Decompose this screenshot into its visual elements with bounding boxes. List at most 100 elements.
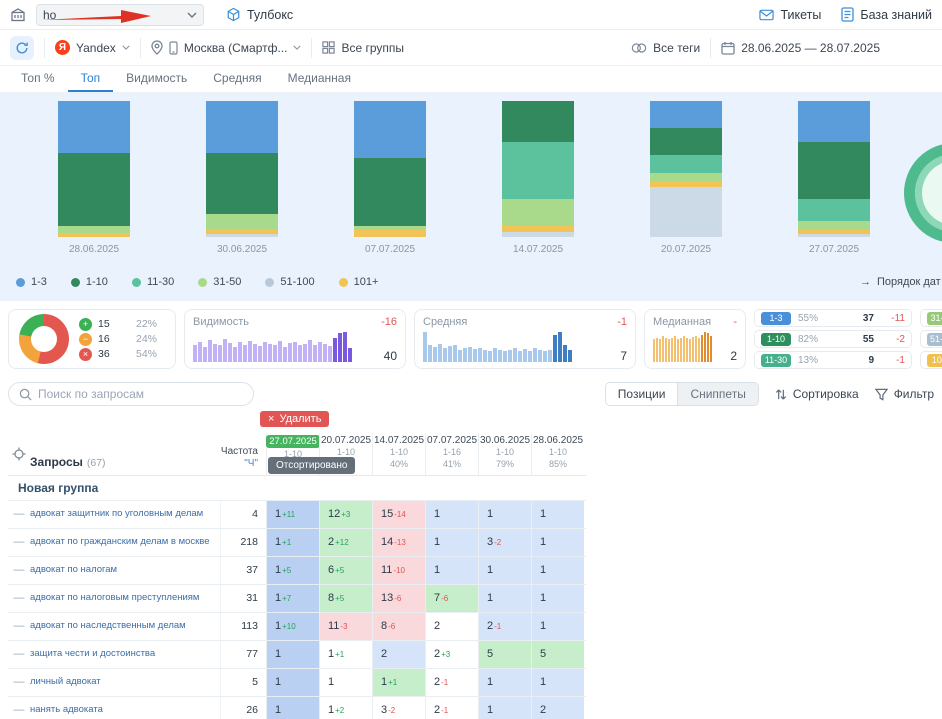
stacked-bar[interactable] [58, 101, 130, 237]
position-cell[interactable]: 2 +12 [319, 528, 372, 556]
tab-average[interactable]: Средняя [200, 66, 274, 92]
query-link[interactable]: адвокат защитник по уголовным делам [30, 501, 220, 528]
legend-item[interactable]: 1-10 [70, 276, 108, 288]
legend-item[interactable]: 101+ [338, 276, 378, 288]
position-cell[interactable]: 13 -6 [372, 584, 425, 612]
date-column-header[interactable]: 07.07.2025 1-16 41% [425, 433, 478, 475]
position-cell[interactable]: 1 +1 [266, 528, 319, 556]
query-link[interactable]: защита чести и достоинства [30, 641, 220, 668]
date-column-header[interactable]: 30.06.2025 1-10 79% [478, 433, 531, 475]
filter-button[interactable]: Фильтр [874, 387, 934, 401]
legend-item[interactable]: 51-100 [265, 276, 315, 288]
range-stat-row[interactable]: 11-30 13% 9 -1 [754, 351, 912, 369]
position-cell[interactable]: 1 [478, 584, 531, 612]
range-stat-row[interactable]: 1-10 82% 55 -2 [754, 330, 912, 348]
date-range-selector[interactable]: 28.06.2025 — 28.07.2025 [721, 41, 880, 55]
position-cell[interactable]: 1 +5 [266, 556, 319, 584]
position-cell[interactable]: 1 [266, 696, 319, 719]
collapse-row-button[interactable]: — [8, 585, 30, 612]
card-visibility[interactable]: Видимость -16 40 [184, 309, 406, 369]
stacked-bar[interactable] [502, 101, 574, 237]
tags-selector[interactable]: Все теги [631, 41, 700, 55]
position-cell[interactable]: 2 [531, 696, 584, 719]
collapse-row-button[interactable]: — [8, 697, 30, 719]
position-cell[interactable]: 5 [531, 640, 584, 668]
position-cell[interactable]: 14 -13 [372, 528, 425, 556]
range-stat-row[interactable]: 51-100 [920, 330, 942, 348]
position-cell[interactable]: 8 +5 [319, 584, 372, 612]
region-selector[interactable]: Москва (Смартф... [151, 40, 302, 55]
app-icon[interactable] [10, 7, 26, 23]
position-cell[interactable]: 1 [478, 500, 531, 528]
group-row[interactable]: Новая группа [8, 476, 586, 501]
position-cell[interactable]: 2 +3 [425, 640, 478, 668]
project-selector[interactable]: ho [36, 3, 204, 26]
position-cell[interactable]: 3 -2 [372, 696, 425, 719]
query-link[interactable]: адвокат по налогам [30, 557, 220, 584]
position-cell[interactable]: 7 -6 [425, 584, 478, 612]
position-cell[interactable]: 2 [425, 612, 478, 640]
collapse-row-button[interactable]: — [8, 641, 30, 668]
toolbox-nav[interactable]: Тулбокс [226, 7, 293, 22]
tickets-nav[interactable]: Тикеты [759, 7, 821, 22]
tab-top[interactable]: Топ [67, 66, 114, 92]
collapse-row-button[interactable]: — [8, 501, 30, 528]
position-cell[interactable]: 1 [531, 584, 584, 612]
refresh-button[interactable] [10, 35, 34, 60]
query-link[interactable]: адвокат по гражданским делам в москве [30, 529, 220, 556]
target-icon[interactable] [8, 433, 30, 475]
query-link[interactable]: адвокат по наследственным делам [30, 613, 220, 640]
position-cell[interactable]: 1 [266, 668, 319, 696]
position-cell[interactable]: 1 [478, 556, 531, 584]
collapse-row-button[interactable]: — [8, 613, 30, 640]
position-cell[interactable]: 8 -6 [372, 612, 425, 640]
range-stat-row[interactable]: 1-3 55% 37 -11 [754, 309, 912, 327]
tab-visibility[interactable]: Видимость [113, 66, 200, 92]
collapse-row-button[interactable]: — [8, 557, 30, 584]
stacked-bar[interactable] [798, 101, 870, 237]
position-cell[interactable]: 1 [425, 500, 478, 528]
legend-item[interactable]: 1-3 [16, 276, 47, 288]
search-input[interactable] [38, 387, 243, 401]
position-cell[interactable]: 1 [531, 556, 584, 584]
position-cell[interactable]: 1 [478, 696, 531, 719]
position-cell[interactable]: 1 +2 [319, 696, 372, 719]
position-cell[interactable]: 1 +11 [266, 500, 319, 528]
collapse-row-button[interactable]: — [8, 529, 30, 556]
position-cell[interactable]: 1 [531, 500, 584, 528]
query-link[interactable]: нанять адвоката [30, 697, 220, 719]
position-cell[interactable]: 2 -1 [425, 668, 478, 696]
stacked-bar[interactable] [650, 101, 722, 237]
position-cell[interactable]: 1 [425, 556, 478, 584]
position-cell[interactable]: 11 -10 [372, 556, 425, 584]
date-column-header[interactable]: 14.07.2025 1-10 40% [372, 433, 425, 475]
position-cell[interactable]: 15 -14 [372, 500, 425, 528]
snippets-tab[interactable]: Сниппеты [677, 383, 758, 405]
queries-header[interactable]: Запросы [30, 455, 83, 469]
knowledge-base-nav[interactable]: База знаний [841, 7, 932, 22]
groups-selector[interactable]: Все группы [322, 41, 404, 55]
frequency-header[interactable]: Частота "Ч" [220, 433, 266, 475]
position-cell[interactable]: 1 +1 [372, 668, 425, 696]
stacked-bar[interactable] [206, 101, 278, 237]
position-cell[interactable]: 3 -2 [478, 528, 531, 556]
position-cell[interactable]: 1 [425, 528, 478, 556]
position-cell[interactable]: 1 [531, 668, 584, 696]
position-cell[interactable]: 1 +10 [266, 612, 319, 640]
position-cell[interactable]: 11 -3 [319, 612, 372, 640]
range-stat-row[interactable]: 101+ [920, 351, 942, 369]
sort-button[interactable]: Сортировка [775, 387, 859, 401]
tab-median[interactable]: Медианная [275, 66, 364, 92]
card-average[interactable]: Средняя -1 7 [414, 309, 636, 369]
card-median[interactable]: Медианная - 2 [644, 309, 746, 369]
position-cell[interactable]: 1 [478, 668, 531, 696]
position-cell[interactable]: 1 [531, 612, 584, 640]
position-cell[interactable]: 1 +7 [266, 584, 319, 612]
range-stat-row[interactable]: 31-50 [920, 309, 942, 327]
position-cell[interactable]: 2 -1 [425, 696, 478, 719]
legend-item[interactable]: 31-50 [198, 276, 241, 288]
position-cell[interactable]: 2 [372, 640, 425, 668]
query-link[interactable]: личный адвокат [30, 669, 220, 696]
positions-tab[interactable]: Позиции [605, 383, 678, 405]
stacked-bar[interactable] [354, 101, 426, 237]
